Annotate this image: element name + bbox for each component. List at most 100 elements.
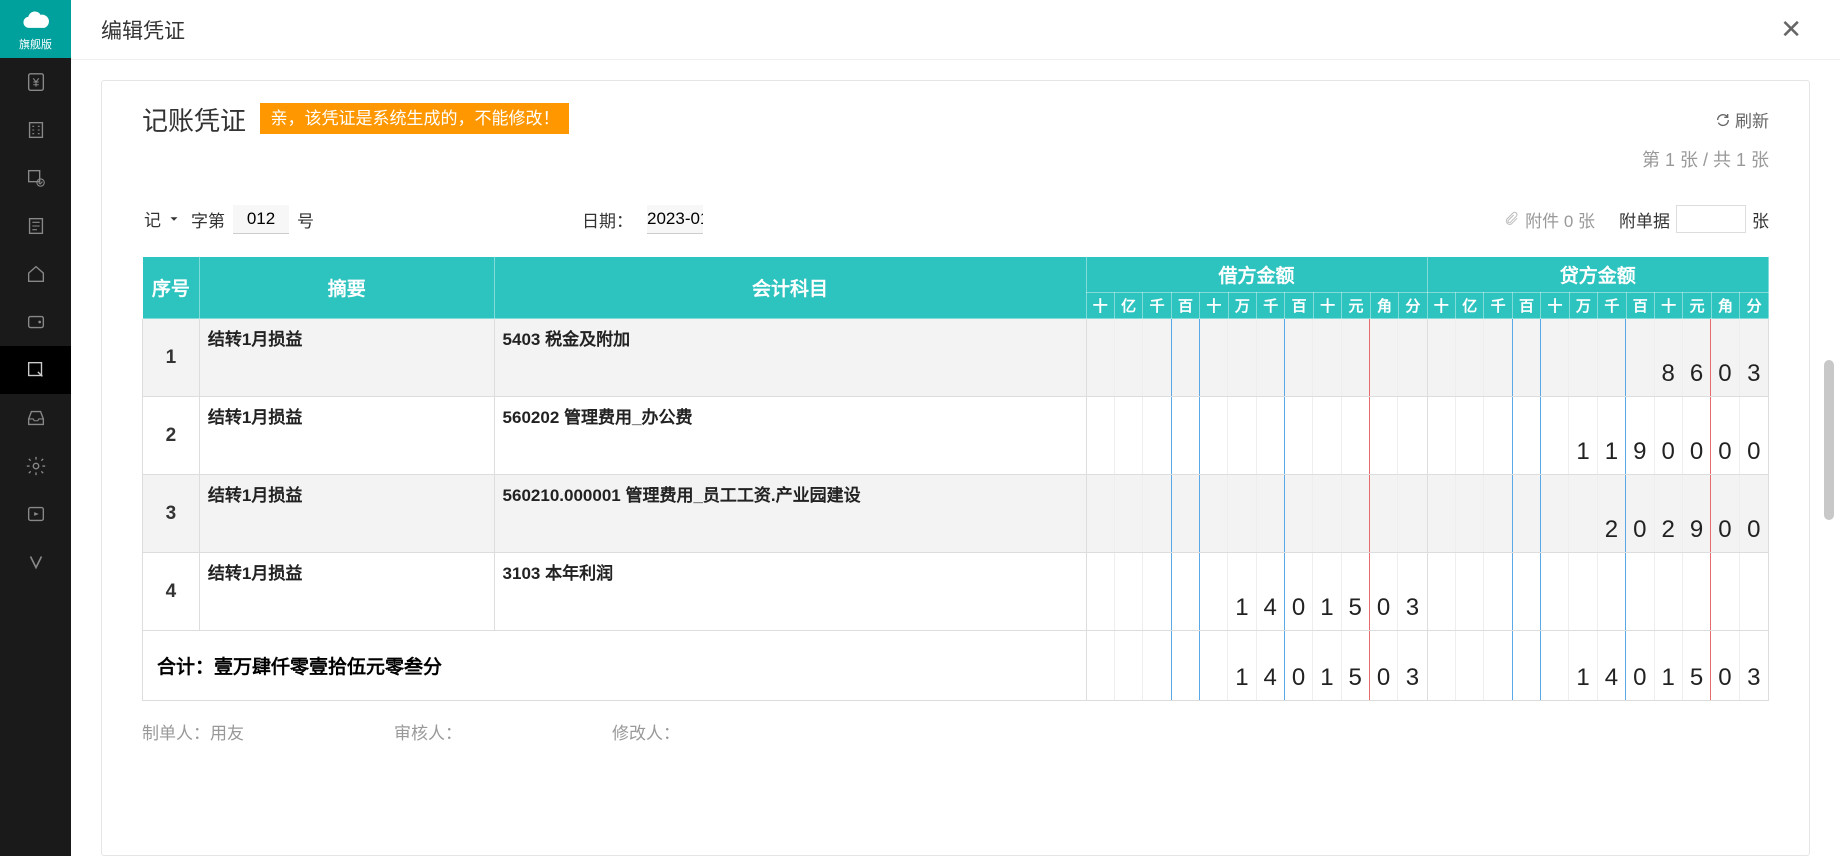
digit-cell: [1370, 475, 1398, 552]
receipt-icon: [25, 215, 47, 237]
digit-cell: [1087, 319, 1115, 396]
digit-cell: 1: [1228, 631, 1256, 700]
row-debit[interactable]: [1087, 397, 1427, 474]
th-subject: 会计科目: [494, 257, 1086, 319]
chart-check-icon: [25, 167, 47, 189]
digit-cell: [1626, 553, 1654, 630]
digit-cell: [1569, 475, 1597, 552]
digit-header: 十: [1200, 293, 1228, 319]
row-subject[interactable]: 3103 本年利润: [494, 553, 1086, 631]
digit-header: 十: [1541, 293, 1569, 319]
sidebar-item-7[interactable]: [0, 346, 71, 394]
digit-header: 万: [1228, 293, 1256, 319]
row-credit[interactable]: 202900: [1428, 475, 1768, 552]
row-summary[interactable]: 结转1月损益: [199, 319, 494, 397]
row-debit[interactable]: [1087, 319, 1427, 396]
sidebar-item-11[interactable]: [0, 538, 71, 586]
digit-header: 角: [1370, 293, 1398, 319]
digit-header: 分: [1740, 293, 1769, 319]
digit-cell: [1428, 475, 1456, 552]
digit-cell: [1541, 553, 1569, 630]
digit-cell: [1342, 319, 1370, 396]
modal-header: 编辑凭证 ✕: [71, 0, 1840, 60]
digit-cell: 4: [1598, 631, 1626, 700]
close-icon[interactable]: ✕: [1772, 10, 1810, 49]
refresh-icon: [1715, 112, 1731, 128]
maker-label: 制单人：: [142, 724, 210, 743]
digit-cell: [1285, 319, 1313, 396]
sidebar-item-3[interactable]: [0, 154, 71, 202]
digit-cell: [1115, 631, 1143, 700]
digit-cell: 5: [1342, 553, 1370, 630]
table-row[interactable]: 4 结转1月损益 3103 本年利润 1401503: [143, 553, 1769, 631]
scrollbar-thumb[interactable]: [1824, 360, 1834, 520]
digit-cell: [1541, 631, 1569, 700]
digit-cell: [1456, 397, 1484, 474]
digit-cell: [1257, 397, 1285, 474]
row-debit[interactable]: 1401503: [1087, 553, 1427, 630]
maker-name: 用友: [210, 724, 244, 743]
sidebar-logo-text: 旗舰版: [19, 36, 52, 52]
digit-header: 百: [1171, 293, 1199, 319]
table-row[interactable]: 1 结转1月损益 5403 税金及附加 8603: [143, 319, 1769, 397]
row-debit[interactable]: [1087, 475, 1427, 552]
digit-cell: 1: [1569, 397, 1597, 474]
digit-cell: 9: [1683, 475, 1711, 552]
sidebar-item-6[interactable]: [0, 298, 71, 346]
table-row[interactable]: 3 结转1月损益 560210.000001 管理费用_员工工资.产业园建设 2…: [143, 475, 1769, 553]
digit-cell: [1087, 397, 1115, 474]
voucher-number-input[interactable]: [233, 205, 289, 234]
attachment-link[interactable]: 附件 0 张: [1503, 207, 1595, 232]
row-seq: 3: [143, 475, 200, 553]
sidebar-item-2[interactable]: [0, 106, 71, 154]
digit-cell: [1200, 631, 1228, 700]
digit-cell: [1172, 475, 1200, 552]
sidebar-item-1[interactable]: [0, 58, 71, 106]
row-credit[interactable]: 1190000: [1428, 397, 1768, 474]
attach-count-input[interactable]: [1676, 205, 1746, 233]
table-row[interactable]: 2 结转1月损益 560202 管理费用_办公费 1190000: [143, 397, 1769, 475]
digit-cell: [1683, 553, 1711, 630]
row-credit[interactable]: 8603: [1428, 319, 1768, 396]
digit-cell: [1513, 631, 1541, 700]
digit-header: 十: [1313, 293, 1341, 319]
sidebar-item-8[interactable]: [0, 394, 71, 442]
row-subject[interactable]: 560202 管理费用_办公费: [494, 397, 1086, 475]
refresh-button[interactable]: 刷新: [1715, 107, 1769, 132]
digit-cell: 1: [1313, 553, 1341, 630]
digit-cell: 0: [1626, 475, 1654, 552]
sidebar-item-4[interactable]: [0, 202, 71, 250]
digit-cell: 2: [1598, 475, 1626, 552]
voucher-table: 序号 摘要 会计科目 借方金额 贷方金额 十亿千百十万千百十元角分十亿千百十万千…: [142, 256, 1769, 701]
date-input[interactable]: [647, 205, 703, 234]
digit-cell: 1: [1313, 631, 1341, 700]
digit-cell: 0: [1740, 475, 1768, 552]
sidebar-item-9[interactable]: [0, 442, 71, 490]
row-summary[interactable]: 结转1月损益: [199, 553, 494, 631]
digit-header: 亿: [1114, 293, 1142, 319]
digit-cell: [1143, 319, 1171, 396]
row-summary[interactable]: 结转1月损益: [199, 475, 494, 553]
digit-cell: [1740, 553, 1768, 630]
digit-header: 元: [1342, 293, 1370, 319]
row-credit[interactable]: [1428, 553, 1768, 630]
digit-cell: [1513, 475, 1541, 552]
sidebar-item-5[interactable]: [0, 250, 71, 298]
digit-cell: [1143, 475, 1171, 552]
digit-cell: [1200, 319, 1228, 396]
digit-cell: [1172, 319, 1200, 396]
digit-cell: [1115, 553, 1143, 630]
row-subject[interactable]: 5403 税金及附加: [494, 319, 1086, 397]
digit-cell: 0: [1711, 319, 1739, 396]
digit-cell: [1143, 553, 1171, 630]
digit-cell: 5: [1342, 631, 1370, 700]
footer-row: 制单人：用友 审核人： 修改人：: [142, 719, 1769, 744]
digit-cell: [1513, 553, 1541, 630]
row-summary[interactable]: 结转1月损益: [199, 397, 494, 475]
voucher-type-select[interactable]: 记: [142, 202, 183, 236]
digit-cell: [1342, 397, 1370, 474]
digit-cell: [1428, 631, 1456, 700]
voucher-title: 记账凭证: [142, 106, 246, 136]
row-subject[interactable]: 560210.000001 管理费用_员工工资.产业园建设: [494, 475, 1086, 553]
sidebar-item-10[interactable]: [0, 490, 71, 538]
